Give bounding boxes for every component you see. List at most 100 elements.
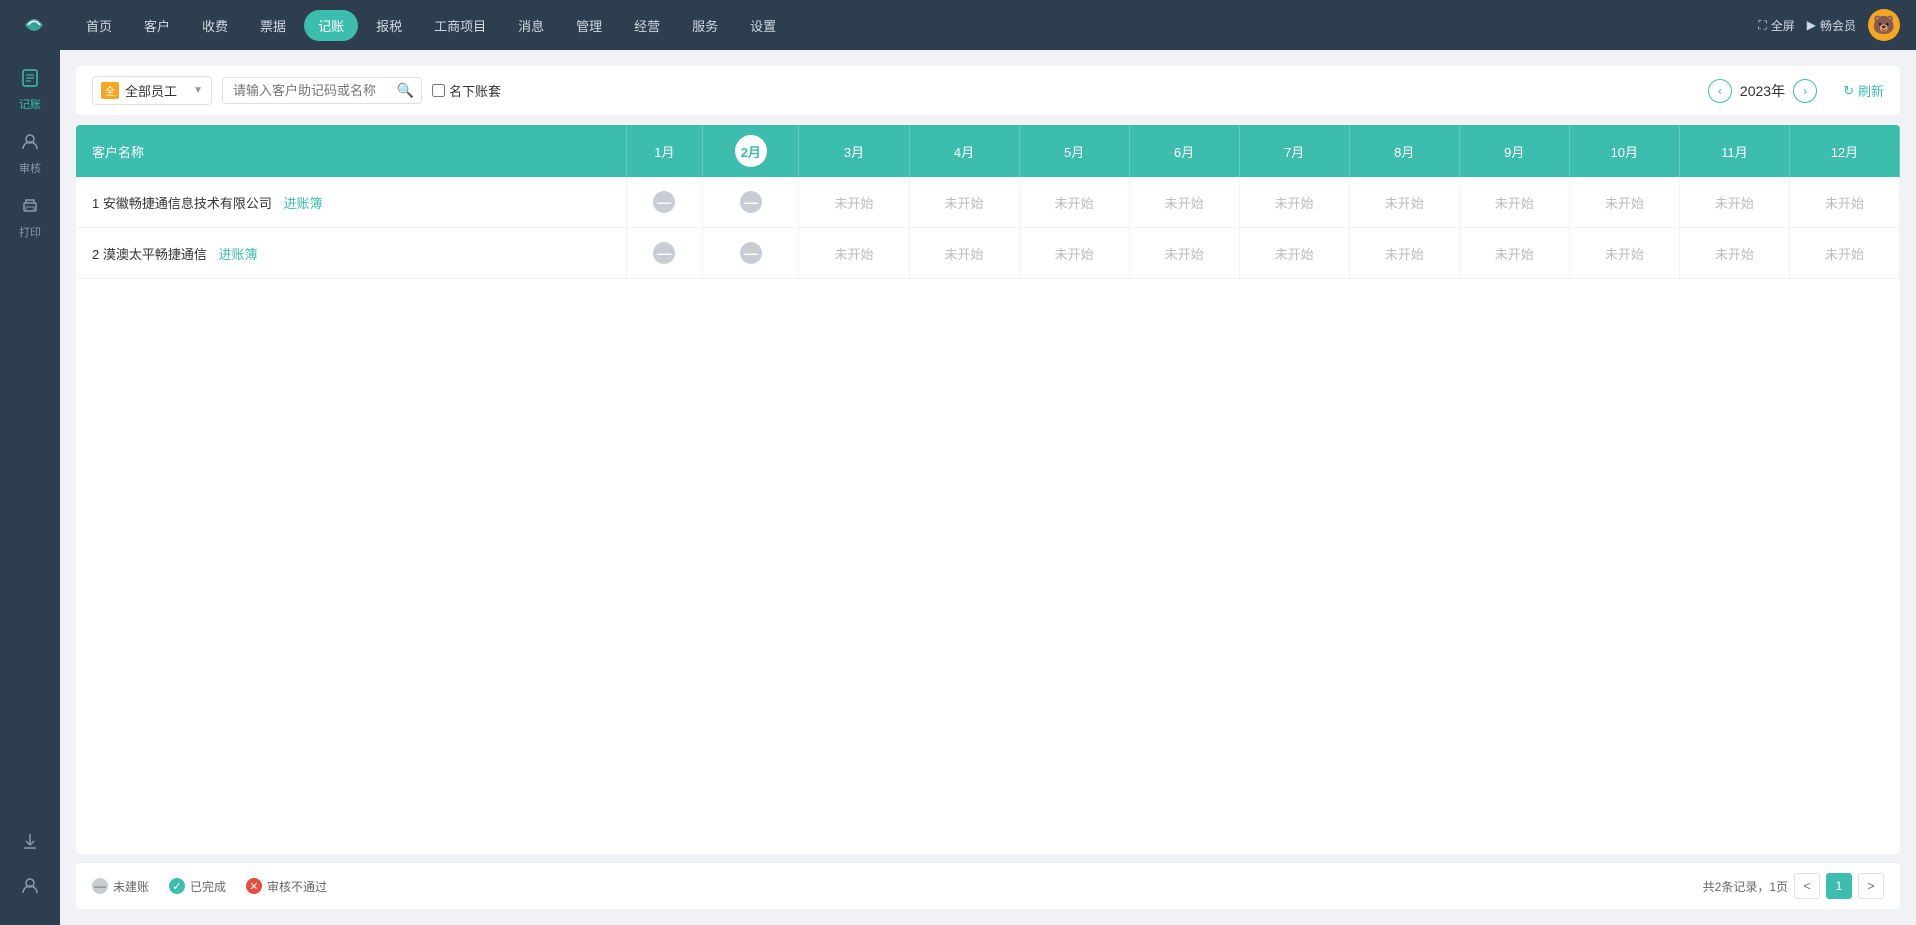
bookkeeping-icon xyxy=(20,68,40,93)
col-header-customer: 客户名称 xyxy=(76,125,626,177)
customer-name: 安徽畅捷通信息技术有限公司 xyxy=(103,196,272,211)
top-nav: 首页 客户 收费 票据 记账 报税 工商项目 消息 管理 经营 服务 设置 ⛶ … xyxy=(0,0,1916,50)
nav-business[interactable]: 工商项目 xyxy=(420,10,500,41)
prev-year-button[interactable]: ‹ xyxy=(1708,79,1732,103)
print-icon xyxy=(20,196,40,221)
month-cell-7: 未开始 xyxy=(1239,228,1349,279)
col-header-m3: 3月 xyxy=(799,125,909,177)
checkbox-label[interactable]: 名下账套 xyxy=(432,81,501,100)
legend-label-rejected: 审核不通过 xyxy=(267,878,327,895)
next-year-button[interactable]: › xyxy=(1793,79,1817,103)
status-not-created-icon: — xyxy=(740,191,762,213)
fullscreen-label: 全屏 xyxy=(1771,17,1795,34)
fullscreen-button[interactable]: ⛶ 全屏 xyxy=(1758,17,1794,34)
nav-charge[interactable]: 收费 xyxy=(188,10,242,41)
col-header-m1: 1月 xyxy=(626,125,703,177)
month-label-1: 1月 xyxy=(654,145,674,160)
nav-bills[interactable]: 票据 xyxy=(246,10,300,41)
month-cell-12: 未开始 xyxy=(1789,177,1899,228)
status-not-started-label: 未开始 xyxy=(1715,196,1754,211)
status-not-started-label: 未开始 xyxy=(945,247,984,262)
user-icon xyxy=(20,876,40,901)
vip-button[interactable]: ▶ 畅会员 xyxy=(1807,17,1856,34)
month-cell-9: 未开始 xyxy=(1459,228,1569,279)
sidebar-label-bookkeeping: 记账 xyxy=(19,96,41,112)
employee-select[interactable]: 全 全部员工 ▼ xyxy=(92,76,212,105)
refresh-label: 刷新 xyxy=(1858,81,1884,100)
download-icon xyxy=(20,831,40,856)
nav-customer[interactable]: 客户 xyxy=(130,10,184,41)
sidebar-item-bookkeeping[interactable]: 记账 xyxy=(4,60,56,120)
subordinate-checkbox[interactable] xyxy=(432,84,445,97)
year-nav: ‹ 2023年 › xyxy=(1708,79,1817,103)
nav-bookkeeping[interactable]: 记账 xyxy=(304,10,358,41)
main-table: 客户名称 1月 2月 3月 4月 5月 6月 7月 8月 9月 xyxy=(76,125,1900,279)
page-1-button[interactable]: 1 xyxy=(1826,873,1852,899)
status-not-started-label: 未开始 xyxy=(1385,196,1424,211)
month-cell-3: 未开始 xyxy=(799,228,909,279)
status-not-started-label: 未开始 xyxy=(834,196,873,211)
month-cell-1: — xyxy=(626,228,703,279)
prev-page-button[interactable]: < xyxy=(1794,873,1820,899)
month-cell-12: 未开始 xyxy=(1789,228,1899,279)
chevron-down-icon: ▼ xyxy=(193,85,203,96)
sidebar-item-audit[interactable]: 审核 xyxy=(4,124,56,184)
col-header-m6: 6月 xyxy=(1129,125,1239,177)
status-not-started-label: 未开始 xyxy=(1165,247,1204,262)
status-not-started-label: 未开始 xyxy=(1495,247,1534,262)
month-cell-11: 未开始 xyxy=(1679,228,1789,279)
enter-ledger-link[interactable]: 进账簿 xyxy=(283,196,322,211)
legend-completed: ✓ 已完成 xyxy=(169,878,226,895)
footer: — 未建账 ✓ 已完成 ✕ 审核不通过 共2条记录，1页 < 1 > xyxy=(76,862,1900,909)
avatar[interactable]: 🐻 xyxy=(1868,9,1900,41)
sidebar-item-download[interactable] xyxy=(4,823,56,864)
sidebar-item-print[interactable]: 打印 xyxy=(4,188,56,248)
nav-message[interactable]: 消息 xyxy=(504,10,558,41)
enter-ledger-link[interactable]: 进账簿 xyxy=(218,247,257,262)
month-cell-4: 未开始 xyxy=(909,228,1019,279)
month-cell-5: 未开始 xyxy=(1019,177,1129,228)
legend-label-completed: 已完成 xyxy=(190,878,226,895)
month-cell-9: 未开始 xyxy=(1459,177,1569,228)
month-cell-4: 未开始 xyxy=(909,177,1019,228)
col-header-m11: 11月 xyxy=(1679,125,1789,177)
month-cell-7: 未开始 xyxy=(1239,177,1349,228)
month-cell-10: 未开始 xyxy=(1569,228,1679,279)
nav-settings[interactable]: 设置 xyxy=(736,10,790,41)
legend-rejected: ✕ 审核不通过 xyxy=(246,878,327,895)
toolbar: 全 全部员工 ▼ 🔍 名下账套 ‹ 2023年 › ↻ 刷新 xyxy=(76,66,1900,115)
sidebar: 记账 审核 打印 xyxy=(0,50,60,925)
search-input[interactable] xyxy=(222,77,422,104)
status-not-started-label: 未开始 xyxy=(1275,247,1314,262)
sidebar-item-user[interactable] xyxy=(4,868,56,909)
col-header-m12: 12月 xyxy=(1789,125,1899,177)
col-header-m2: 2月 xyxy=(703,125,799,177)
nav-items: 首页 客户 收费 票据 记账 报税 工商项目 消息 管理 经营 服务 设置 xyxy=(72,10,1758,41)
status-not-started-label: 未开始 xyxy=(1275,196,1314,211)
employee-badge: 全 xyxy=(101,82,119,99)
pagination-summary: 共2条记录，1页 xyxy=(1703,878,1788,895)
status-not-started-label: 未开始 xyxy=(1165,196,1204,211)
sidebar-bottom xyxy=(4,823,56,925)
status-not-started-label: 未开始 xyxy=(1605,196,1644,211)
vip-label: 畅会员 xyxy=(1820,17,1856,34)
month-cell-3: 未开始 xyxy=(799,177,909,228)
search-icon[interactable]: 🔍 xyxy=(397,82,414,99)
logo xyxy=(16,7,52,43)
nav-service[interactable]: 服务 xyxy=(678,10,732,41)
status-not-created-icon: — xyxy=(740,242,762,264)
main-layout: 记账 审核 打印 xyxy=(0,50,1916,925)
table-row: 1 安徽畅捷通信息技术有限公司 进账簿——未开始未开始未开始未开始未开始未开始未… xyxy=(76,177,1900,228)
month-cell-2: — xyxy=(703,228,799,279)
audit-icon xyxy=(20,132,40,157)
nav-operations[interactable]: 经营 xyxy=(620,10,674,41)
next-page-button[interactable]: > xyxy=(1858,873,1884,899)
year-display: 2023年 xyxy=(1740,81,1785,101)
fullscreen-icon: ⛶ xyxy=(1758,18,1766,33)
nav-manage[interactable]: 管理 xyxy=(562,10,616,41)
nav-tax[interactable]: 报税 xyxy=(362,10,416,41)
nav-home[interactable]: 首页 xyxy=(72,10,126,41)
refresh-button[interactable]: ↻ 刷新 xyxy=(1843,81,1884,100)
search-wrap: 🔍 xyxy=(222,77,422,104)
play-icon: ▶ xyxy=(1807,18,1816,32)
